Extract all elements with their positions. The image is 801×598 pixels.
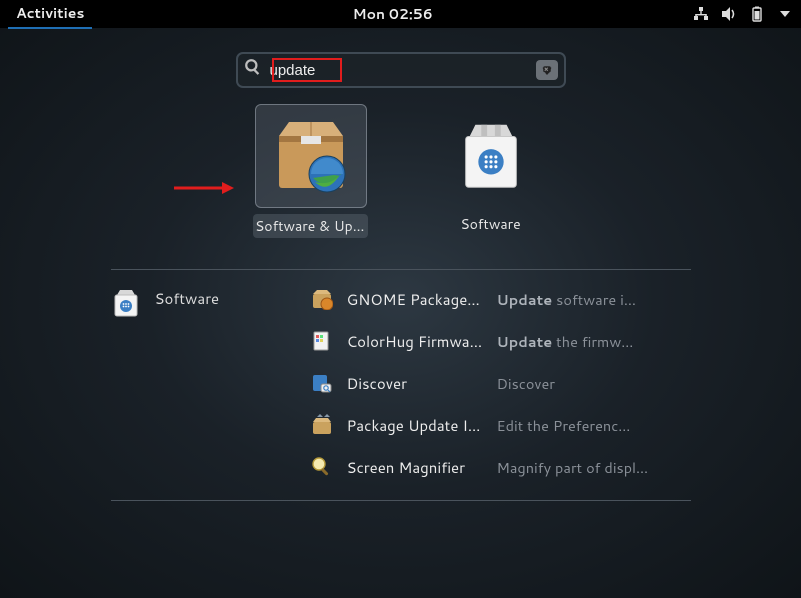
- result-desc: Edit the Preferenc…: [497, 415, 691, 436]
- result-row[interactable]: Discover Discover: [311, 372, 691, 394]
- package-update-icon: [311, 414, 333, 436]
- top-bar: Activities Mon 02:56: [0, 0, 801, 28]
- magnifier-icon: [311, 456, 333, 478]
- activities-button[interactable]: Activities: [8, 0, 92, 29]
- clock[interactable]: Mon 02:56: [353, 4, 433, 24]
- divider: [111, 269, 691, 270]
- colorhug-icon: [311, 330, 333, 352]
- result-name: GNOME Package …: [347, 289, 483, 310]
- network-icon: [693, 6, 709, 22]
- result-row[interactable]: ColorHug Firmwa… Update the firmw…: [311, 330, 691, 352]
- result-name: Discover: [347, 373, 483, 394]
- result-row[interactable]: Package Update I… Edit the Preferenc…: [311, 414, 691, 436]
- result-row[interactable]: Screen Magnifier Magnify part of displ…: [311, 456, 691, 478]
- package-icon: [311, 288, 333, 310]
- volume-icon: [721, 6, 737, 22]
- app-tiles: Software & Updates Software: [0, 104, 801, 243]
- software-updates-icon: [255, 104, 367, 208]
- result-source[interactable]: Software: [111, 288, 271, 478]
- tile-software-updates[interactable]: Software & Updates: [251, 104, 371, 243]
- result-name: ColorHug Firmwa…: [347, 331, 483, 352]
- status-area[interactable]: [693, 6, 793, 22]
- divider: [111, 500, 691, 501]
- software-source-icon: [111, 288, 141, 318]
- search-input[interactable]: [268, 60, 530, 81]
- search-bar[interactable]: [236, 52, 566, 88]
- tile-label: Software: [460, 214, 520, 234]
- result-row[interactable]: GNOME Package … Update software i…: [311, 288, 691, 310]
- search-icon: [244, 58, 262, 82]
- result-desc: Update the firmw…: [497, 331, 691, 352]
- result-desc: Magnify part of displ…: [497, 457, 691, 478]
- result-desc: Discover: [497, 373, 691, 394]
- search-results: Software GNOME Package … Update software…: [111, 288, 691, 478]
- result-source-label: Software: [155, 288, 220, 309]
- discover-icon: [311, 372, 333, 394]
- tile-software[interactable]: Software: [431, 104, 551, 243]
- software-icon: [435, 104, 547, 208]
- result-name: Screen Magnifier: [347, 457, 483, 478]
- tile-label: Software & Updates: [253, 214, 368, 238]
- result-name: Package Update I…: [347, 415, 483, 436]
- chevron-down-icon: [777, 6, 793, 22]
- battery-icon: [749, 6, 765, 22]
- clear-search-button[interactable]: [536, 60, 558, 80]
- result-desc: Update software i…: [497, 289, 691, 310]
